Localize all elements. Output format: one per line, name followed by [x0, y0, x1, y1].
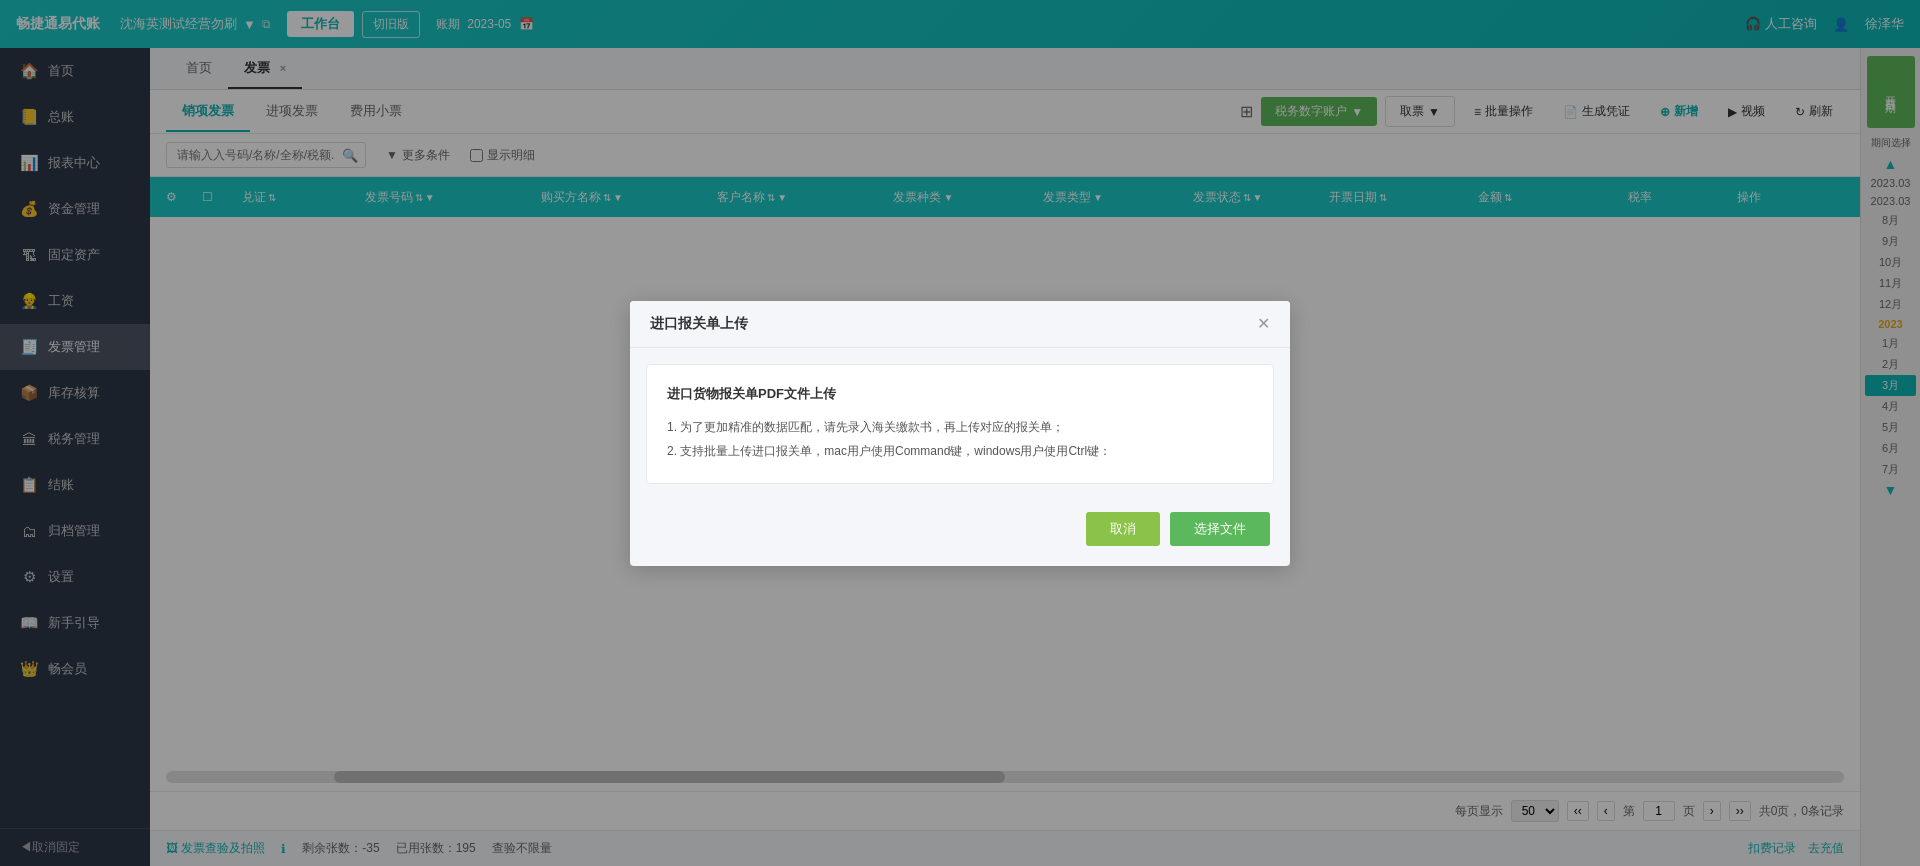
- modal-select-file-button[interactable]: 选择文件: [1170, 512, 1270, 546]
- modal-instructions-list: 1. 为了更加精准的数据匹配，请先录入海关缴款书，再上传对应的报关单； 2. 支…: [667, 415, 1253, 463]
- modal-header: 进口报关单上传 ✕: [630, 301, 1290, 348]
- modal-instruction-1: 1. 为了更加精准的数据匹配，请先录入海关缴款书，再上传对应的报关单；: [667, 415, 1253, 439]
- modal-instruction-2: 2. 支持批量上传进口报关单，mac用户使用Command键，windows用户…: [667, 439, 1253, 463]
- modal-body: 进口货物报关单PDF文件上传 1. 为了更加精准的数据匹配，请先录入海关缴款书，…: [646, 364, 1274, 484]
- modal-close-button[interactable]: ✕: [1257, 316, 1270, 332]
- modal-cancel-button[interactable]: 取消: [1086, 512, 1160, 546]
- modal-overlay[interactable]: 进口报关单上传 ✕ 进口货物报关单PDF文件上传 1. 为了更加精准的数据匹配，…: [0, 0, 1920, 866]
- modal-body-title: 进口货物报关单PDF文件上传: [667, 385, 1253, 403]
- modal-footer: 取消 选择文件: [630, 500, 1290, 566]
- import-customs-modal: 进口报关单上传 ✕ 进口货物报关单PDF文件上传 1. 为了更加精准的数据匹配，…: [630, 301, 1290, 566]
- modal-title: 进口报关单上传: [650, 315, 748, 333]
